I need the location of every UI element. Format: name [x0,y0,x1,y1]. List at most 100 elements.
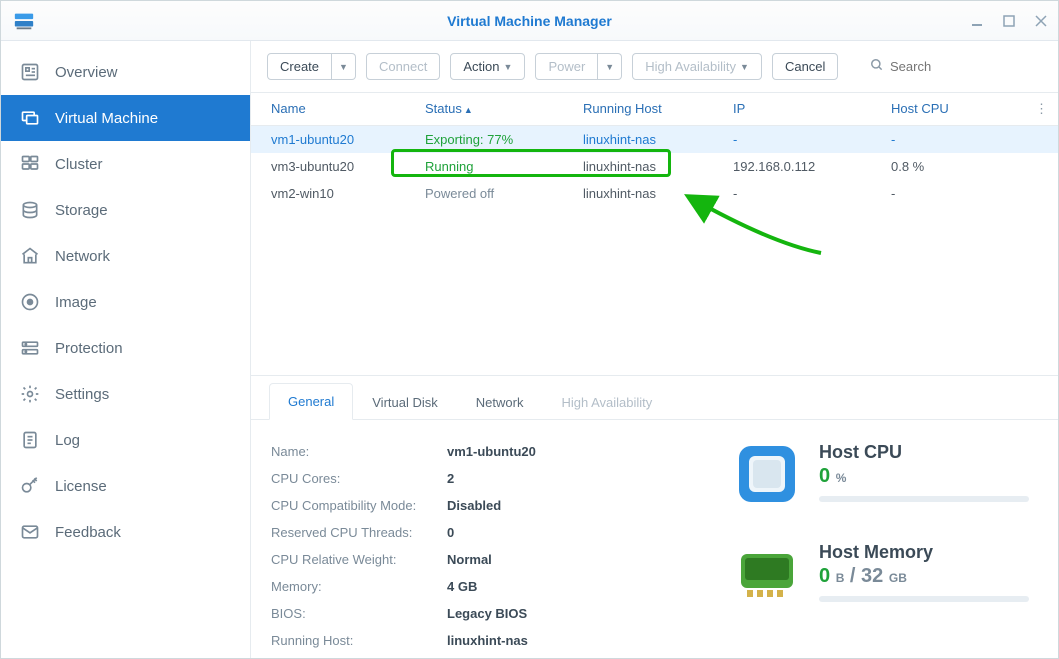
col-hostcpu[interactable]: Host CPU [891,101,1031,117]
property-row: Reserved CPU Threads:0 [271,519,651,546]
search-box[interactable] [862,54,1042,79]
memory-icon [735,542,799,606]
sidebar-item-protection[interactable]: Protection [1,325,250,371]
chevron-down-icon: ▼ [504,62,513,72]
create-group: Create ▼ [267,53,356,80]
sidebar-item-label: Image [55,294,97,311]
tab-network[interactable]: Network [457,384,543,420]
sidebar-item-image[interactable]: Image [1,279,250,325]
vm-icon [19,107,41,129]
feedback-icon [19,521,41,543]
chevron-down-icon: ▼ [339,62,348,72]
property-row: Memory:4 GB [271,573,651,600]
property-row: CPU Relative Weight:Normal [271,546,651,573]
sidebar-item-network[interactable]: Network [1,233,250,279]
sidebar-item-feedback[interactable]: Feedback [1,509,250,555]
col-ip[interactable]: IP [733,101,891,117]
table-row[interactable]: vm3-ubuntu20Runninglinuxhint-nas192.168.… [251,153,1058,180]
protection-icon [19,337,41,359]
sidebar-item-label: Virtual Machine [55,110,158,127]
image-icon [19,291,41,313]
app-window: Virtual Machine Manager Overview Virtual… [0,0,1059,659]
power-group: Power ▼ [535,53,622,80]
property-value: Legacy BIOS [447,606,527,621]
property-row: Running Host:linuxhint-nas [271,627,651,654]
property-value: 4 GB [447,579,477,594]
property-label: CPU Relative Weight: [271,552,447,567]
sidebar-item-license[interactable]: License [1,463,250,509]
search-input[interactable] [890,59,1030,74]
maximize-button[interactable] [1000,12,1018,30]
col-runninghost[interactable]: Running Host [583,101,733,117]
sidebar-item-storage[interactable]: Storage [1,187,250,233]
cell-name: vm1-ubuntu20 [271,132,425,147]
sidebar-item-cluster[interactable]: Cluster [1,141,250,187]
overview-icon [19,61,41,83]
property-label: CPU Compatibility Mode: [271,498,447,513]
host-cpu-gauge: Host CPU 0 % [735,442,1029,506]
property-value: 0 [447,525,454,540]
gauge-title: Host Memory [819,542,1029,563]
network-icon [19,245,41,267]
general-properties: Name:vm1-ubuntu20CPU Cores:2CPU Compatib… [271,438,651,654]
property-value: Normal [447,552,492,567]
connect-button[interactable]: Connect [366,53,440,80]
ha-label: High Availability [645,59,736,74]
cell-ip: - [733,132,891,147]
cell-ip: 192.168.0.112 [733,159,891,174]
app-title: Virtual Machine Manager [447,13,612,29]
property-row: CPU Compatibility Mode:Disabled [271,492,651,519]
cell-name: vm3-ubuntu20 [271,159,425,174]
tab-general[interactable]: General [269,383,353,420]
cancel-button[interactable]: Cancel [772,53,838,80]
chevron-down-icon: ▼ [740,62,749,72]
cpu-icon [735,442,799,506]
gauge-title: Host CPU [819,442,1029,463]
property-label: CPU Cores: [271,471,447,486]
gauge-value: 0 % [819,465,1029,488]
table-row[interactable]: vm2-win10Powered offlinuxhint-nas-- [251,180,1058,207]
settings-icon [19,383,41,405]
cell-ip: - [733,186,891,201]
sidebar-item-virtual-machine[interactable]: Virtual Machine [1,95,250,141]
sidebar-item-label: Protection [55,340,123,357]
gauge-bar [819,596,1029,602]
tab-high-availability: High Availability [542,384,671,420]
ha-button[interactable]: High Availability ▼ [632,53,762,80]
cell-name: vm2-win10 [271,186,425,201]
cell-status: Running [425,159,583,174]
property-row: CPU Cores:2 [271,465,651,492]
gauge-bar [819,496,1029,502]
property-row: BIOS:Legacy BIOS [271,600,651,627]
search-icon [870,58,884,75]
vm-table: Name Status▲ Running Host IP Host CPU ⋮ … [251,93,1058,207]
action-button[interactable]: Action▼ [450,53,525,80]
sidebar-item-log[interactable]: Log [1,417,250,463]
property-label: Name: [271,444,447,459]
cell-cpu: - [891,186,1031,201]
power-dropdown[interactable]: ▼ [598,53,622,80]
sidebar-item-settings[interactable]: Settings [1,371,250,417]
cell-cpu: - [891,132,1031,147]
cell-host: linuxhint-nas [583,132,733,147]
main-panel: Create ▼ Connect Action▼ Power ▼ High Av… [251,41,1058,658]
property-label: BIOS: [271,606,447,621]
toolbar: Create ▼ Connect Action▼ Power ▼ High Av… [251,41,1058,93]
power-button[interactable]: Power [535,53,598,80]
col-name[interactable]: Name [271,101,425,117]
create-button[interactable]: Create [267,53,332,80]
columns-menu-icon[interactable]: ⋮ [1031,101,1052,117]
gauges: Host CPU 0 % Host Memory [699,438,1039,654]
table-row[interactable]: vm1-ubuntu20Exporting: 77%linuxhint-nas-… [251,126,1058,153]
app-icon [13,10,35,32]
sidebar-item-label: Overview [55,64,118,81]
minimize-button[interactable] [968,12,986,30]
col-status[interactable]: Status▲ [425,101,583,117]
create-dropdown[interactable]: ▼ [332,53,356,80]
sidebar-item-overview[interactable]: Overview [1,49,250,95]
close-button[interactable] [1032,12,1050,30]
titlebar: Virtual Machine Manager [1,1,1058,41]
tab-virtual-disk[interactable]: Virtual Disk [353,384,457,420]
license-icon [19,475,41,497]
sidebar-item-label: Settings [55,386,109,403]
